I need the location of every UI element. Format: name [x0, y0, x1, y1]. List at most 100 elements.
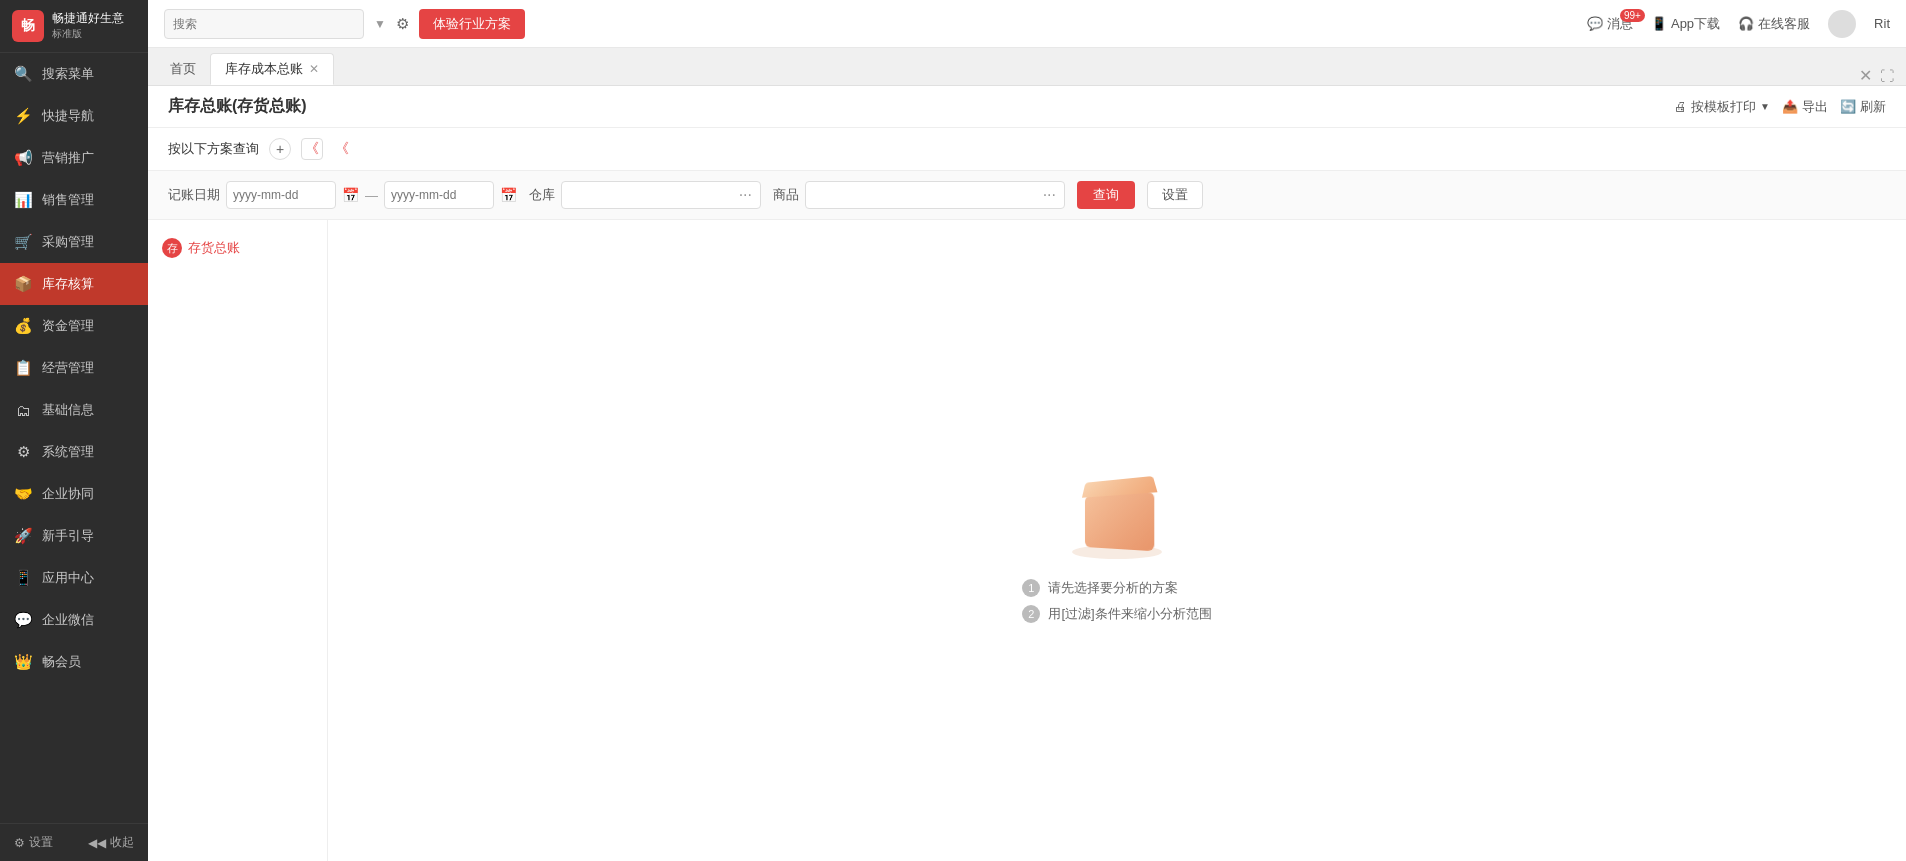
sidebar-label-search: 搜索菜单: [42, 65, 94, 83]
panel-expand-icon[interactable]: ⛶: [1880, 68, 1894, 84]
sidebar-item-enterprise-collab[interactable]: 🤝 企业协同: [0, 473, 148, 515]
sidebar-item-app-center[interactable]: 📱 应用中心: [0, 557, 148, 599]
filter-add-button[interactable]: +: [269, 138, 291, 160]
username-label: Rit: [1874, 16, 1890, 31]
wechat-icon: 💬: [14, 611, 32, 629]
chevron-down-icon[interactable]: ▼: [374, 17, 386, 31]
left-panel: 存 存货总账: [148, 220, 328, 861]
print-button[interactable]: 🖨 按模板打印 ▼: [1674, 98, 1770, 116]
sidebar-item-purchase[interactable]: 🛒 采购管理: [0, 221, 148, 263]
finance-icon: 💰: [14, 317, 32, 335]
sidebar-collapse-label: 收起: [110, 834, 134, 851]
marketing-icon: 📢: [14, 149, 32, 167]
sidebar-item-basic-info[interactable]: 🗂 基础信息: [0, 389, 148, 431]
export-button[interactable]: 📤 导出: [1782, 98, 1828, 116]
sidebar-label-marketing: 营销推广: [42, 149, 94, 167]
sidebar-item-quick-nav[interactable]: ⚡ 快捷导航: [0, 95, 148, 137]
sidebar-item-inventory[interactable]: 📦 库存核算: [0, 263, 148, 305]
calendar-to-icon[interactable]: 📅: [500, 187, 517, 203]
sidebar-scroll: 🔍 搜索菜单 ⚡ 快捷导航 📢 营销推广 📊 销售管理 🛒 采购管理 📦 库存核…: [0, 53, 148, 823]
sidebar-label-beginner: 新手引导: [42, 527, 94, 545]
date-separator: —: [365, 188, 378, 203]
basic-info-icon: 🗂: [14, 402, 32, 419]
enterprise-collab-icon: 🤝: [14, 485, 32, 503]
refresh-icon: 🔄: [1840, 99, 1856, 114]
topbar-gear-icon[interactable]: ⚙: [396, 15, 409, 33]
settings-button[interactable]: 设置: [1147, 181, 1203, 209]
app-sub: 标准版: [52, 27, 124, 41]
tab-home[interactable]: 首页: [156, 53, 210, 85]
tab-inventory-ledger[interactable]: 库存成本总账 ✕: [210, 53, 334, 85]
sidebar-label-wechat: 企业微信: [42, 611, 94, 629]
sidebar-label-enterprise-collab: 企业协同: [42, 485, 94, 503]
filter-area: 按以下方案查询 + 《 《: [148, 128, 1906, 171]
purchase-icon: 🛒: [14, 233, 32, 251]
sidebar-label-inventory: 库存核算: [42, 275, 94, 293]
topbar-right: 💬 消息 99+ 📱 App下载 🎧 在线客服 Rit: [1587, 10, 1890, 38]
date-to-input[interactable]: [384, 181, 494, 209]
filter-label: 按以下方案查询: [168, 140, 259, 158]
message-badge: 99+: [1620, 9, 1645, 22]
inner-page: 库存总账(存货总账) 🖨 按模板打印 ▼ 📤 导出 🔄 刷新: [148, 86, 1906, 861]
print-label: 按模板打印: [1691, 98, 1756, 116]
sidebar-item-operations[interactable]: 📋 经营管理: [0, 347, 148, 389]
warehouse-more-icon: ···: [739, 186, 752, 204]
page-header: 库存总账(存货总账) 🖨 按模板打印 ▼ 📤 导出 🔄 刷新: [148, 86, 1906, 128]
sidebar-label-purchase: 采购管理: [42, 233, 94, 251]
settings-gear-icon: ⚙: [14, 836, 25, 850]
sidebar-item-beginner[interactable]: 🚀 新手引导: [0, 515, 148, 557]
empty-state: 1 请先选择要分析的方案 2 用[过滤]条件来缩小分析范围: [1022, 459, 1211, 623]
sidebar-label-finance: 资金管理: [42, 317, 94, 335]
online-service-button[interactable]: 🎧 在线客服: [1738, 15, 1810, 33]
calendar-from-icon[interactable]: 📅: [342, 187, 359, 203]
empty-illustration: [1057, 459, 1177, 559]
query-button[interactable]: 查询: [1077, 181, 1135, 209]
sidebar-label-operations: 经营管理: [42, 359, 94, 377]
sidebar-item-sales[interactable]: 📊 销售管理: [0, 179, 148, 221]
warehouse-field: 仓库 ···: [529, 181, 761, 209]
sidebar-logo: 畅 畅捷通好生意 标准版: [0, 0, 148, 53]
date-label: 记账日期: [168, 186, 220, 204]
sidebar-collapse[interactable]: ◀◀ 收起: [88, 834, 134, 851]
system-icon: ⚙: [14, 443, 32, 461]
date-field: 记账日期 📅 — 📅: [168, 181, 517, 209]
goods-select[interactable]: ···: [805, 181, 1065, 209]
sidebar-settings[interactable]: ⚙ 设置: [14, 834, 53, 851]
scheme-item-inventory[interactable]: 存 存货总账: [148, 230, 327, 266]
date-from-input[interactable]: [226, 181, 336, 209]
filter-collapse-button[interactable]: 《: [301, 138, 323, 160]
sidebar-bottom: ⚙ 设置 ◀◀ 收起: [0, 823, 148, 861]
sidebar-label-member: 畅会员: [42, 653, 81, 671]
sidebar-item-system[interactable]: ⚙ 系统管理: [0, 431, 148, 473]
tab-close-icon[interactable]: ✕: [309, 62, 319, 76]
query-bar: 记账日期 📅 — 📅 仓库 ··· 商品: [148, 171, 1906, 220]
sales-icon: 📊: [14, 191, 32, 209]
sidebar-item-marketing[interactable]: 📢 营销推广: [0, 137, 148, 179]
app-logo-icon: 畅: [12, 10, 44, 42]
page-title: 库存总账(存货总账): [168, 96, 307, 117]
app-name-block: 畅捷通好生意 标准版: [52, 11, 124, 41]
scheme-icon-char: 存: [167, 241, 178, 256]
print-chevron-icon: ▼: [1760, 101, 1770, 112]
sidebar-settings-label: 设置: [29, 834, 53, 851]
message-button[interactable]: 💬 消息 99+: [1587, 15, 1633, 33]
sidebar-item-member[interactable]: 👑 畅会员: [0, 641, 148, 683]
trial-button[interactable]: 体验行业方案: [419, 9, 525, 39]
tip-item-2: 2 用[过滤]条件来缩小分析范围: [1022, 605, 1211, 623]
app-download-button[interactable]: 📱 App下载: [1651, 15, 1720, 33]
filter-arrow-icon[interactable]: 《: [335, 140, 349, 158]
sidebar-item-wechat[interactable]: 💬 企业微信: [0, 599, 148, 641]
sidebar-item-search[interactable]: 🔍 搜索菜单: [0, 53, 148, 95]
sidebar-item-finance[interactable]: 💰 资金管理: [0, 305, 148, 347]
page-actions: 🖨 按模板打印 ▼ 📤 导出 🔄 刷新: [1674, 98, 1886, 116]
topbar-search-input[interactable]: [164, 9, 364, 39]
refresh-button[interactable]: 🔄 刷新: [1840, 98, 1886, 116]
panel-close-icon[interactable]: ✕: [1859, 66, 1872, 85]
headset-icon: 🎧: [1738, 16, 1754, 31]
topbar: ▼ ⚙ 体验行业方案 💬 消息 99+ 📱 App下载 🎧 在线客服 Rit: [148, 0, 1906, 48]
scheme-item-icon: 存: [162, 238, 182, 258]
warehouse-select[interactable]: ···: [561, 181, 761, 209]
export-icon: 📤: [1782, 99, 1798, 114]
member-icon: 👑: [14, 653, 32, 671]
beginner-icon: 🚀: [14, 527, 32, 545]
